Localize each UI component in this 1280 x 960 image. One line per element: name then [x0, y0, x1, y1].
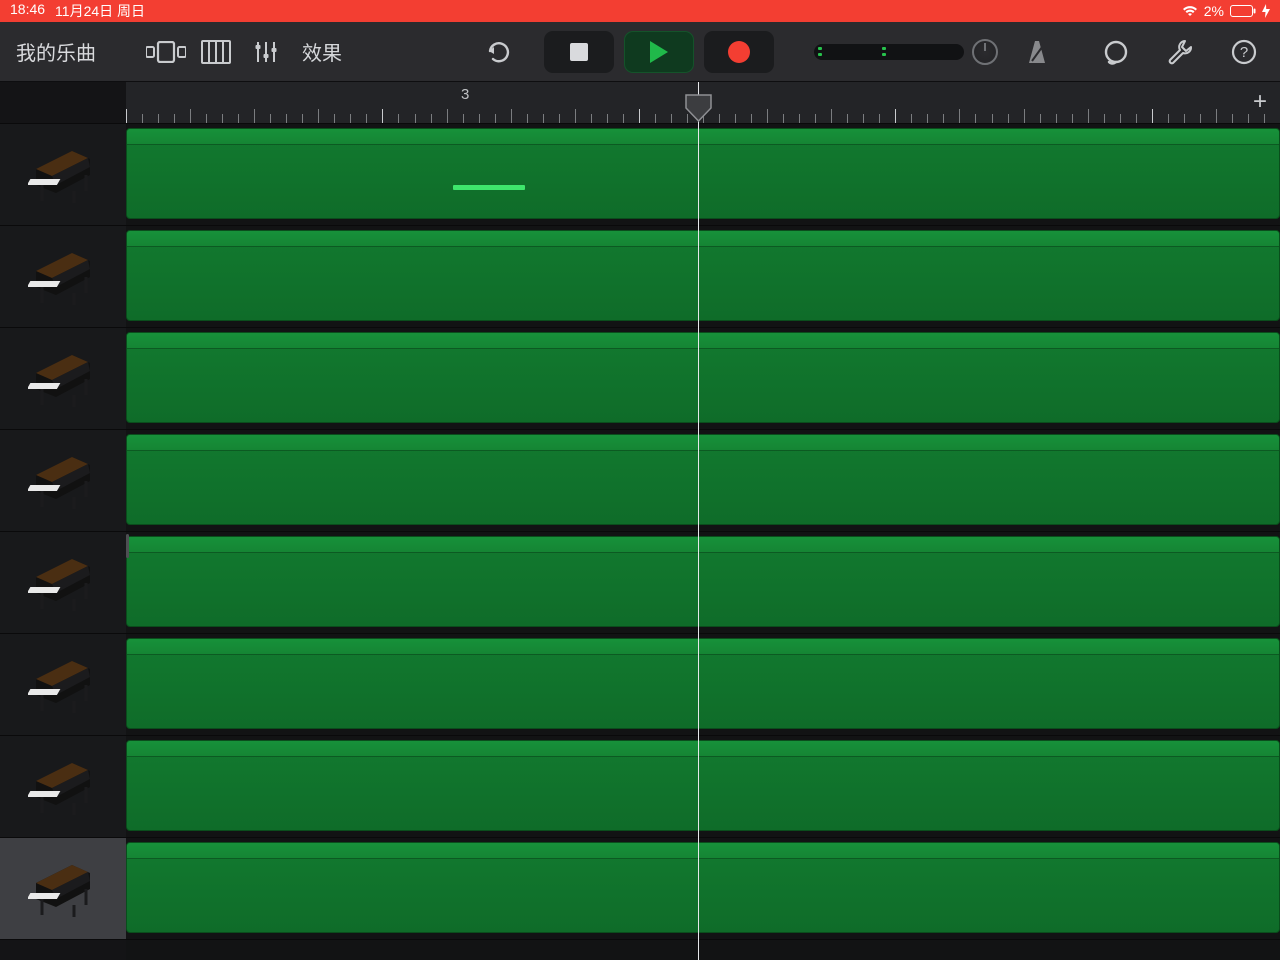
- status-time: 18:46: [10, 1, 45, 21]
- piano-icon: [28, 451, 98, 511]
- midi-region[interactable]: [126, 740, 1280, 831]
- playhead-handle-icon[interactable]: [685, 94, 712, 122]
- track-lane[interactable]: [126, 532, 1280, 634]
- battery-percent: 2%: [1204, 3, 1224, 19]
- midi-region[interactable]: [126, 842, 1280, 933]
- settings-wrench-button[interactable]: [1160, 32, 1200, 72]
- track-header[interactable]: [0, 736, 126, 838]
- bar-number: 3: [461, 86, 469, 103]
- track-header[interactable]: [0, 430, 126, 532]
- wifi-icon: [1182, 5, 1198, 17]
- track-lane[interactable]: [126, 328, 1280, 430]
- track-header[interactable]: [0, 328, 126, 430]
- tracks-view-button[interactable]: [196, 32, 236, 72]
- help-button[interactable]: ?: [1224, 32, 1264, 72]
- add-section-button[interactable]: +: [1246, 88, 1274, 116]
- region-header[interactable]: [127, 129, 1279, 145]
- track-lane[interactable]: [126, 838, 1280, 940]
- region-header[interactable]: [127, 741, 1279, 757]
- piano-icon: [28, 655, 98, 715]
- toolbar: 我的乐曲 效果: [0, 22, 1280, 82]
- midi-region[interactable]: [126, 332, 1280, 423]
- battery-icon: [1230, 5, 1256, 17]
- svg-text:?: ?: [1240, 44, 1248, 61]
- track-header[interactable]: [0, 838, 126, 940]
- play-icon: [650, 41, 668, 63]
- piano-icon: [28, 145, 98, 205]
- piano-icon: [28, 349, 98, 409]
- region-header[interactable]: [127, 231, 1279, 247]
- master-meter: [814, 39, 1050, 65]
- metronome-button[interactable]: [1024, 39, 1050, 65]
- loop-browser-button[interactable]: [1096, 32, 1136, 72]
- midi-note: [453, 185, 525, 190]
- master-volume-knob[interactable]: [972, 39, 998, 65]
- charging-icon: [1262, 4, 1270, 18]
- piano-icon: [28, 247, 98, 307]
- track-lane[interactable]: [126, 634, 1280, 736]
- track-header[interactable]: [0, 226, 126, 328]
- track-header[interactable]: [0, 532, 126, 634]
- stop-button[interactable]: [544, 31, 614, 73]
- midi-region[interactable]: [126, 536, 1280, 627]
- region-header[interactable]: [127, 435, 1279, 451]
- track-headers: [0, 82, 126, 960]
- play-button[interactable]: [624, 31, 694, 73]
- transport-controls: [478, 31, 774, 73]
- song-title[interactable]: 我的乐曲: [8, 37, 104, 66]
- record-button[interactable]: [704, 31, 774, 73]
- record-icon: [728, 41, 750, 63]
- track-lane[interactable]: [126, 430, 1280, 532]
- piano-icon: [28, 553, 98, 613]
- stop-icon: [570, 43, 588, 61]
- tracks-area[interactable]: [126, 124, 1280, 960]
- midi-region[interactable]: [126, 434, 1280, 525]
- effects-button[interactable]: 效果: [296, 32, 348, 72]
- workspace: 3 +: [0, 82, 1280, 960]
- region-header[interactable]: [127, 639, 1279, 655]
- midi-region[interactable]: [126, 128, 1280, 219]
- track-header[interactable]: [0, 124, 126, 226]
- playhead[interactable]: [698, 82, 699, 960]
- mixer-button[interactable]: [246, 32, 286, 72]
- level-meter: [814, 44, 964, 60]
- scroll-indicator: [126, 534, 129, 558]
- status-date: 11月24日 周日: [55, 1, 145, 21]
- midi-region[interactable]: [126, 638, 1280, 729]
- timeline[interactable]: 3 +: [126, 82, 1280, 960]
- track-header[interactable]: [0, 634, 126, 736]
- piano-icon: [28, 757, 98, 817]
- view-browser-button[interactable]: [146, 32, 186, 72]
- track-lane[interactable]: [126, 124, 1280, 226]
- piano-icon: [28, 859, 98, 919]
- ruler-spacer: [0, 82, 126, 124]
- region-header[interactable]: [127, 333, 1279, 349]
- midi-region[interactable]: [126, 230, 1280, 321]
- track-lane[interactable]: [126, 736, 1280, 838]
- undo-button[interactable]: [478, 32, 518, 72]
- track-lane[interactable]: [126, 226, 1280, 328]
- region-header[interactable]: [127, 537, 1279, 553]
- region-header[interactable]: [127, 843, 1279, 859]
- status-bar: 18:46 11月24日 周日 2%: [0, 0, 1280, 22]
